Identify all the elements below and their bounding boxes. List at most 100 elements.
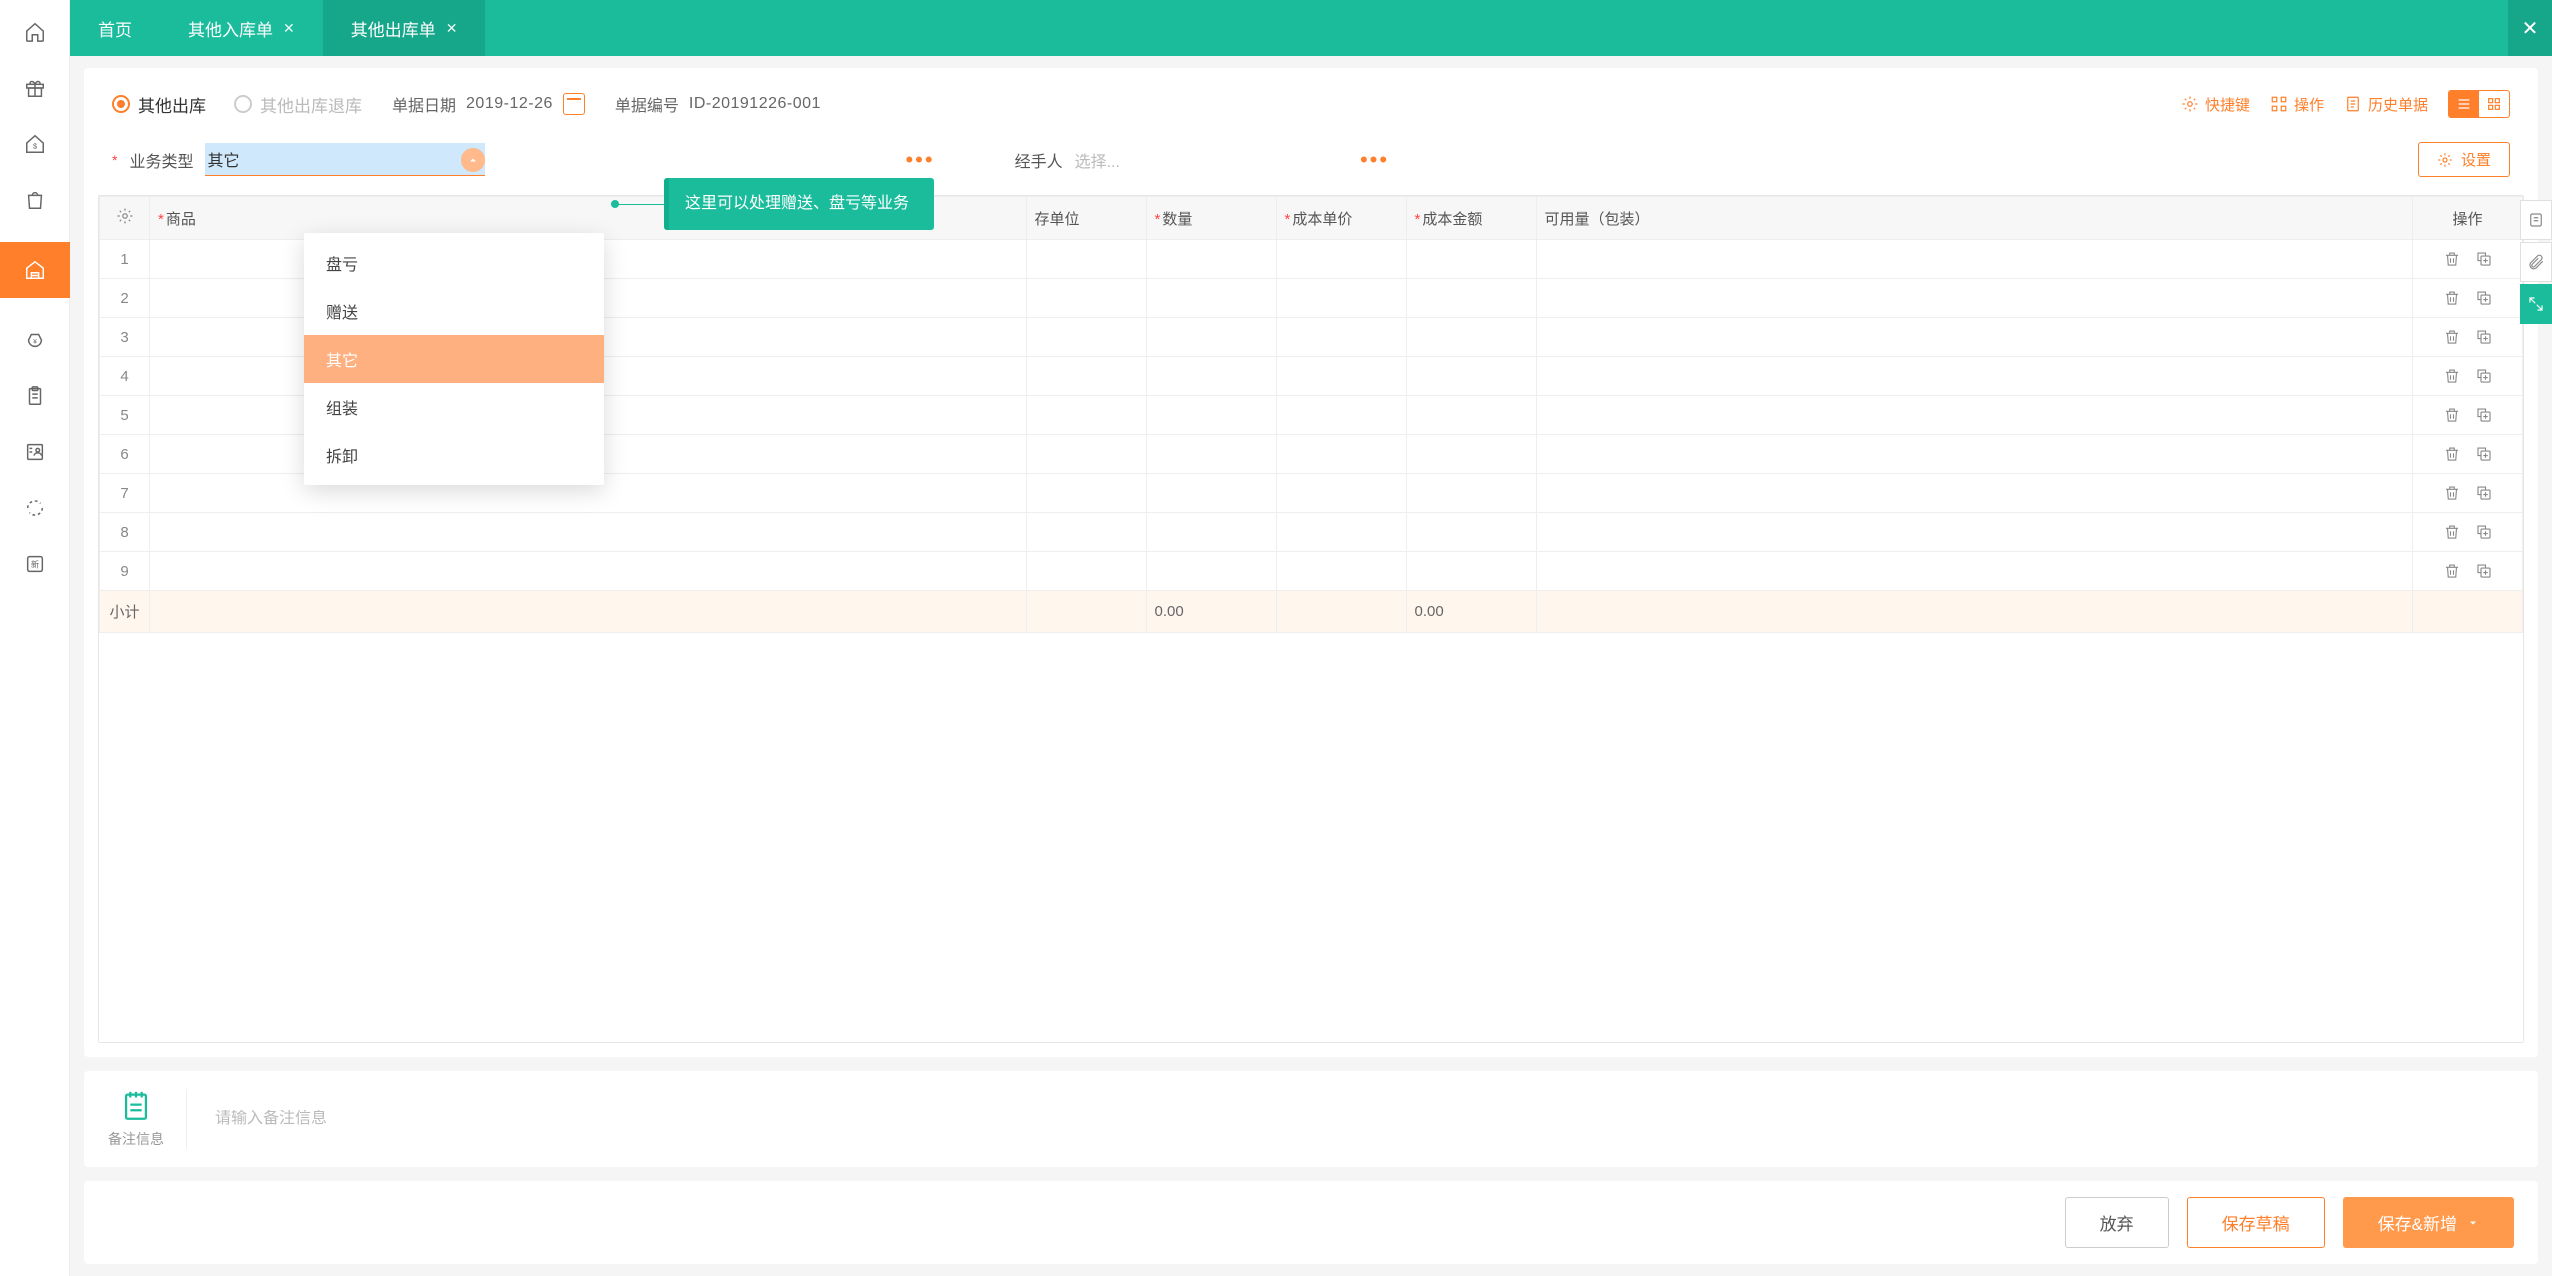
delete-icon[interactable] (2443, 406, 2461, 424)
settings-button[interactable]: 设置 (2418, 142, 2510, 177)
nav-money-home-icon[interactable]: $ (21, 130, 49, 158)
rail-expand-icon[interactable] (2520, 284, 2552, 324)
delete-icon[interactable] (2443, 328, 2461, 346)
radio-label: 其他出库退库 (260, 92, 362, 117)
tab-other-out[interactable]: 其他出库单 ✕ (323, 0, 486, 56)
tab-home[interactable]: 首页 (70, 0, 160, 56)
copy-add-icon[interactable] (2475, 445, 2493, 463)
nav-sync-icon[interactable] (21, 494, 49, 522)
handler-field: 经手人 选择... (1015, 148, 1120, 172)
calendar-icon[interactable] (563, 93, 585, 115)
more-dots-icon[interactable]: ••• (1360, 147, 1389, 173)
subtotal-qty: 0.00 (1146, 591, 1276, 633)
copy-add-icon[interactable] (2475, 523, 2493, 541)
nav-bag-icon[interactable] (21, 186, 49, 214)
right-rail (2520, 200, 2552, 324)
nav-clipboard-icon[interactable] (21, 382, 49, 410)
field-label: 经手人 (1015, 148, 1063, 172)
biz-type-dropdown: 盘亏赠送其它组装拆卸 (304, 233, 604, 485)
delete-icon[interactable] (2443, 367, 2461, 385)
row-number: 5 (100, 396, 150, 435)
nav-contact-icon[interactable] (21, 438, 49, 466)
row-number: 4 (100, 357, 150, 396)
history-action[interactable]: 历史单据 (2344, 94, 2428, 115)
delete-icon[interactable] (2443, 562, 2461, 580)
save-draft-button[interactable]: 保存草稿 (2187, 1197, 2325, 1248)
rail-attachment-icon[interactable] (2520, 242, 2552, 282)
col-unit: 存单位 (1026, 197, 1146, 240)
copy-add-icon[interactable] (2475, 328, 2493, 346)
nav-new-icon[interactable]: 新 (21, 550, 49, 578)
radio-other-out[interactable]: 其他出库 (112, 92, 206, 117)
action-label: 历史单据 (2368, 94, 2428, 115)
biz-type-select[interactable]: 其它 (205, 143, 485, 176)
copy-add-icon[interactable] (2475, 562, 2493, 580)
row-number: 1 (100, 240, 150, 279)
dropdown-option[interactable]: 赠送 (304, 287, 604, 335)
row-number: 6 (100, 435, 150, 474)
svg-text:新: 新 (30, 560, 38, 570)
more-dots-icon[interactable]: ••• (905, 147, 934, 173)
field-label: 单据编号 (615, 92, 679, 116)
view-list-icon[interactable] (2449, 91, 2479, 117)
operate-action[interactable]: 操作 (2270, 94, 2324, 115)
field-label: 单据日期 (392, 92, 456, 116)
nav-warehouse-icon[interactable] (0, 242, 70, 298)
copy-add-icon[interactable] (2475, 406, 2493, 424)
note-icon (119, 1089, 153, 1123)
delete-icon[interactable] (2443, 250, 2461, 268)
rail-notes-icon[interactable] (2520, 200, 2552, 240)
doc-type-radio-group: 其他出库 其他出库退库 (112, 92, 362, 117)
delete-icon[interactable] (2443, 523, 2461, 541)
view-grid-icon[interactable] (2479, 91, 2509, 117)
col-action: 操作 (2413, 197, 2523, 240)
discard-button[interactable]: 放弃 (2065, 1197, 2169, 1248)
doc-date: 单据日期 2019-12-26 (392, 92, 585, 116)
tab-other-in[interactable]: 其他入库单✕ (160, 0, 323, 56)
svg-text:$: $ (32, 142, 36, 151)
copy-add-icon[interactable] (2475, 484, 2493, 502)
col-available: 可用量（包装） (1536, 197, 2413, 240)
nav-home-icon[interactable] (21, 18, 49, 46)
copy-add-icon[interactable] (2475, 289, 2493, 307)
nav-pouch-icon[interactable]: ¥ (21, 326, 49, 354)
close-icon[interactable]: ✕ (283, 20, 295, 37)
radio-other-out-return[interactable]: 其他出库退库 (234, 92, 362, 117)
table-row[interactable]: 9 (100, 552, 2523, 591)
doc-date-value[interactable]: 2019-12-26 (466, 95, 553, 113)
tab-label: 其他出库单 (351, 16, 436, 41)
row-number: 3 (100, 318, 150, 357)
dropdown-option[interactable]: 盘亏 (304, 239, 604, 287)
col-cost-price: *成本单价 (1276, 197, 1406, 240)
remark-title: 备注信息 (108, 1129, 164, 1149)
col-settings[interactable] (100, 197, 150, 240)
svg-text:¥: ¥ (33, 339, 37, 346)
close-icon[interactable]: ✕ (446, 20, 458, 37)
action-label: 快捷键 (2205, 94, 2250, 115)
remark-section: 备注信息 (84, 1071, 2538, 1167)
dropdown-option[interactable]: 拆卸 (304, 431, 604, 479)
copy-add-icon[interactable] (2475, 250, 2493, 268)
required-mark: * (112, 152, 117, 168)
dropdown-option[interactable]: 其它 (304, 335, 604, 383)
delete-icon[interactable] (2443, 445, 2461, 463)
save-new-button[interactable]: 保存&新增 (2343, 1197, 2514, 1248)
delete-icon[interactable] (2443, 484, 2461, 502)
nav-gift-icon[interactable] (21, 74, 49, 102)
table-row[interactable]: 8 (100, 513, 2523, 552)
doc-number-value: ID-20191226-001 (689, 95, 821, 113)
shortcut-action[interactable]: 快捷键 (2181, 94, 2250, 115)
biz-type-field: * 业务类型 其它 (112, 143, 485, 176)
col-qty: *数量 (1146, 197, 1276, 240)
copy-add-icon[interactable] (2475, 367, 2493, 385)
close-all-tabs[interactable]: ✕ (2508, 0, 2552, 56)
remark-input[interactable] (215, 1110, 2514, 1128)
delete-icon[interactable] (2443, 289, 2461, 307)
dropdown-option[interactable]: 组装 (304, 383, 604, 431)
view-toggle (2448, 90, 2510, 118)
footer-actions: 放弃 保存草稿 保存&新增 (84, 1181, 2538, 1264)
chevron-up-icon[interactable] (461, 148, 485, 172)
handler-select[interactable]: 选择... (1075, 148, 1120, 172)
button-label: 设置 (2461, 149, 2491, 170)
radio-label: 其他出库 (138, 92, 206, 117)
